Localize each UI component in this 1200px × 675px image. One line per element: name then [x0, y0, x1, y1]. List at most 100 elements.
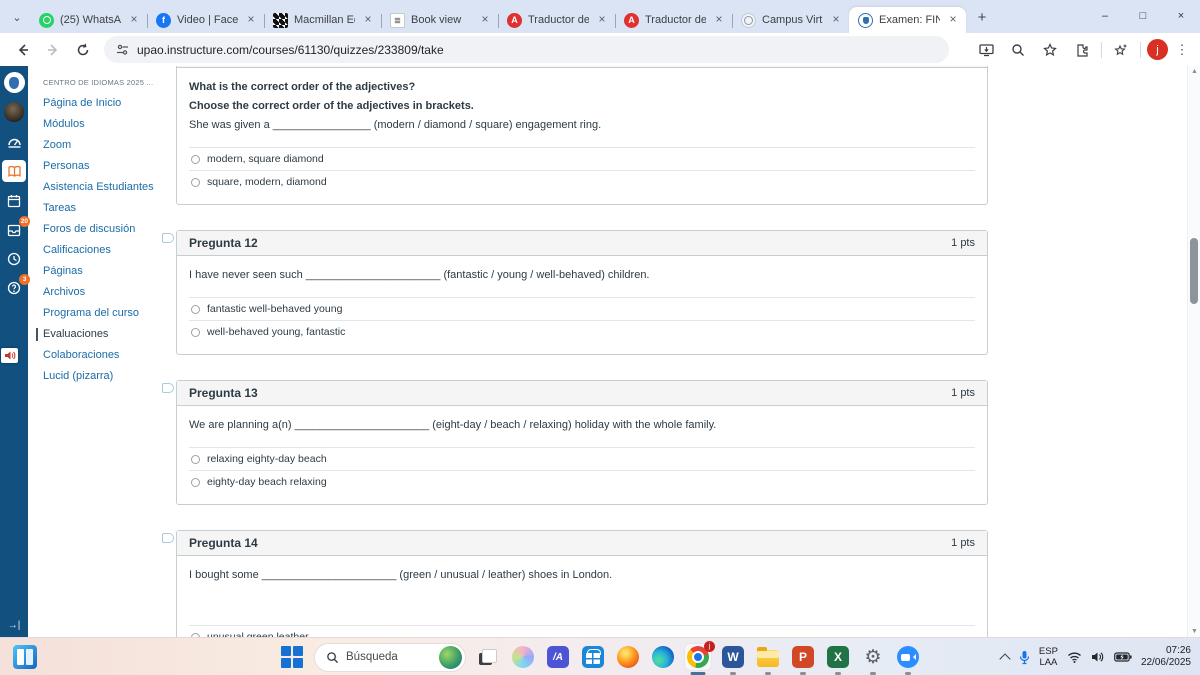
start-button[interactable]: [279, 644, 305, 670]
taskbar-app-excel[interactable]: X: [825, 644, 851, 675]
taskbar-app-file-explorer[interactable]: [755, 644, 781, 675]
browser-tab-campus-virtual-u[interactable]: Campus Virtual U ×: [732, 7, 849, 33]
forward-button[interactable]: [40, 37, 66, 63]
extensions-icon[interactable]: [1069, 37, 1095, 63]
tab-search-chevron-icon[interactable]: ⌄: [4, 4, 30, 30]
microphone-icon[interactable]: [1019, 650, 1030, 665]
tab-close-icon[interactable]: ×: [127, 13, 141, 27]
scrollbar-down-icon[interactable]: ▼: [1188, 628, 1200, 635]
install-app-icon[interactable]: [973, 37, 999, 63]
taskbar-app-powerpoint[interactable]: P: [790, 644, 816, 675]
minimize-button[interactable]: –: [1086, 0, 1124, 33]
clock-indicator[interactable]: 07:26 22/06/2025: [1141, 645, 1191, 669]
taskbar-app-task-view[interactable]: [475, 644, 501, 670]
radio-button-icon[interactable]: [191, 154, 200, 164]
url-text[interactable]: upao.instructure.com/courses/61130/quizz…: [137, 43, 444, 57]
account-avatar[interactable]: [4, 102, 24, 122]
browser-tab-25-whatsapp-b[interactable]: (25) WhatsApp B ×: [30, 7, 147, 33]
course-name-label[interactable]: CENTRO DE IDIOMAS 2025 ...: [43, 78, 154, 87]
sidebar-item-archivos[interactable]: Archivos: [43, 286, 154, 299]
history-clock-icon[interactable]: [3, 249, 25, 269]
profile-avatar[interactable]: j: [1147, 39, 1168, 60]
help-icon[interactable]: 3: [3, 274, 30, 298]
back-button[interactable]: [10, 37, 36, 63]
widgets-icon[interactable]: [13, 645, 37, 669]
calendar-icon[interactable]: [3, 191, 25, 211]
browser-tab-examen-final-e[interactable]: Examen: FINAL E ×: [849, 7, 966, 33]
sidebar-item-evaluaciones[interactable]: Evaluaciones: [36, 328, 154, 341]
taskbar-app-zoom-app[interactable]: [895, 644, 921, 675]
taskbar-app-settings[interactable]: ⚙: [860, 644, 886, 675]
expand-nav-icon[interactable]: →|: [0, 620, 28, 631]
tab-close-icon[interactable]: ×: [946, 13, 960, 27]
upao-logo-icon[interactable]: [3, 72, 25, 93]
sidebar-item-pagina-de-inicio[interactable]: Página de Inicio: [43, 97, 154, 110]
chrome-menu-icon[interactable]: ⋮: [1174, 42, 1190, 58]
sidebar-item-personas[interactable]: Personas: [43, 160, 154, 173]
browser-tab-macmillan-educa[interactable]: Macmillan Educa ×: [264, 7, 381, 33]
sidebar-item-modulos[interactable]: Módulos: [43, 118, 154, 131]
bing-daily-image[interactable]: [439, 645, 462, 669]
battery-icon[interactable]: [1114, 652, 1132, 662]
close-button[interactable]: ×: [1162, 0, 1200, 33]
language-indicator[interactable]: ESP LAA: [1039, 646, 1058, 668]
flag-question-icon[interactable]: [162, 383, 174, 393]
answer-option[interactable]: eighty-day beach relaxing: [189, 470, 975, 493]
flag-question-icon[interactable]: [162, 233, 174, 243]
answer-option[interactable]: fantastic well-behaved young: [189, 297, 975, 320]
sidebar-item-paginas[interactable]: Páginas: [43, 265, 154, 278]
tab-close-icon[interactable]: ×: [244, 13, 258, 27]
taskbar-app-slash-a-app[interactable]: /A: [545, 644, 571, 670]
flag-question-icon[interactable]: [162, 533, 174, 543]
radio-button-icon[interactable]: [191, 177, 200, 187]
scrollbar[interactable]: ▲ ▼: [1187, 66, 1200, 637]
browser-tab-traductor-de-fot[interactable]: A Traductor de fot ×: [498, 7, 615, 33]
inbox-icon[interactable]: 20: [3, 216, 30, 240]
hidden-icons-chevron-icon[interactable]: [1000, 652, 1010, 662]
sidebar-item-foros-de-discusion[interactable]: Foros de discusión: [43, 223, 154, 236]
sidebar-item-asistencia-estudiantes[interactable]: Asistencia Estudiantes: [43, 181, 154, 194]
screen-reader-speaker-icon[interactable]: [1, 348, 18, 363]
zoom-search-icon[interactable]: [1005, 37, 1031, 63]
tab-close-icon[interactable]: ×: [361, 13, 375, 27]
answer-option[interactable]: unusual green leather: [189, 625, 975, 637]
reading-list-star-icon[interactable]: [1108, 37, 1134, 63]
maximize-button[interactable]: □: [1124, 0, 1162, 33]
wifi-icon[interactable]: [1067, 651, 1082, 663]
sidebar-item-zoom[interactable]: Zoom: [43, 139, 154, 152]
taskbar-app-copilot[interactable]: [510, 644, 536, 670]
sidebar-item-lucid-pizarra[interactable]: Lucid (pizarra): [43, 370, 154, 383]
taskbar-app-chrome[interactable]: j: [685, 641, 715, 675]
url-bar[interactable]: upao.instructure.com/courses/61130/quizz…: [104, 36, 949, 63]
courses-book-icon[interactable]: [2, 160, 26, 182]
bookmark-star-icon[interactable]: [1037, 37, 1063, 63]
scrollbar-thumb[interactable]: [1190, 238, 1198, 304]
radio-button-icon[interactable]: [191, 477, 200, 487]
radio-button-icon[interactable]: [191, 454, 200, 464]
scrollbar-up-icon[interactable]: ▲: [1188, 68, 1200, 75]
dashboard-icon[interactable]: [3, 131, 25, 151]
radio-button-icon[interactable]: [191, 327, 200, 337]
answer-option[interactable]: relaxing eighty-day beach: [189, 447, 975, 470]
site-info-icon[interactable]: [116, 43, 129, 56]
new-tab-button[interactable]: +: [969, 4, 995, 30]
browser-tab-traductor-de-fot[interactable]: A Traductor de fot ×: [615, 7, 732, 33]
taskbar-app-edge[interactable]: [650, 644, 676, 670]
browser-tab-video-facebook[interactable]: f Video | Facebook ×: [147, 7, 264, 33]
tab-close-icon[interactable]: ×: [829, 13, 843, 27]
browser-tab-book-view[interactable]: Book view ×: [381, 7, 498, 33]
volume-icon[interactable]: [1091, 651, 1105, 663]
answer-option[interactable]: square, modern, diamond: [189, 170, 975, 193]
taskbar-app-word[interactable]: W: [720, 644, 746, 675]
sidebar-item-colaboraciones[interactable]: Colaboraciones: [43, 349, 154, 362]
tab-close-icon[interactable]: ×: [478, 13, 492, 27]
answer-option[interactable]: modern, square diamond: [189, 147, 975, 170]
taskbar-app-firefox[interactable]: [615, 644, 641, 670]
sidebar-item-calificaciones[interactable]: Calificaciones: [43, 244, 154, 257]
sidebar-item-tareas[interactable]: Tareas: [43, 202, 154, 215]
taskbar-app-microsoft-store[interactable]: [580, 644, 606, 670]
taskbar-search[interactable]: Búsqueda: [314, 642, 466, 672]
sidebar-item-programa-del-curso[interactable]: Programa del curso: [43, 307, 154, 320]
tab-close-icon[interactable]: ×: [712, 13, 726, 27]
radio-button-icon[interactable]: [191, 304, 200, 314]
